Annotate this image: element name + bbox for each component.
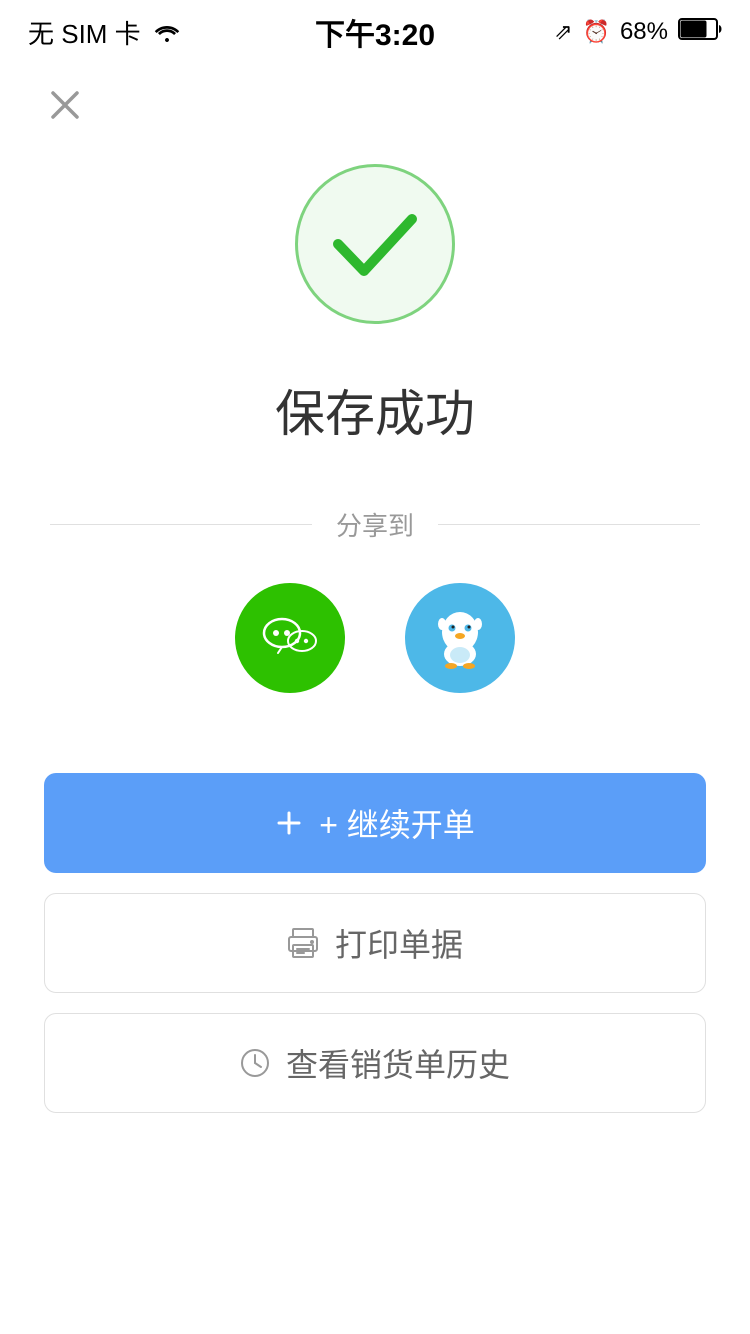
continue-order-button[interactable]: + 继续开单: [44, 773, 706, 873]
divider-row: 分享到: [0, 506, 750, 543]
wifi-icon: [151, 20, 183, 44]
printer-icon: [287, 928, 319, 958]
close-button[interactable]: [40, 80, 90, 130]
status-time: 下午3:20: [315, 10, 435, 54]
divider-right: [438, 524, 700, 525]
share-icons: [235, 583, 515, 693]
sim-text: 无 SIM 卡: [28, 14, 141, 51]
wechat-icon: [258, 611, 323, 666]
history-label: 查看销货单历史: [286, 1040, 510, 1086]
plus-icon: [275, 809, 303, 837]
wechat-share-button[interactable]: [235, 583, 345, 693]
divider-left: [50, 524, 312, 525]
main-content: 保存成功 分享到: [0, 64, 750, 1113]
action-buttons: + 继续开单 打印单据: [0, 773, 750, 1113]
battery-text: 68%: [620, 18, 668, 46]
continue-order-label: + 继续开单: [319, 800, 475, 846]
location-icon: ⇗: [554, 19, 572, 45]
status-right: ⇗ ⏰ 68%: [554, 18, 722, 47]
checkmark-icon: [330, 209, 420, 279]
print-label: 打印单据: [335, 920, 463, 966]
status-left: 无 SIM 卡: [28, 14, 183, 51]
success-icon-circle: [295, 164, 455, 324]
alarm-icon: ⏰: [583, 19, 610, 45]
print-button[interactable]: 打印单据: [44, 893, 706, 993]
clock-icon: [240, 1048, 270, 1078]
share-label: 分享到: [312, 506, 438, 543]
battery-icon: [678, 18, 722, 47]
qq-icon: [430, 606, 490, 671]
history-button[interactable]: 查看销货单历史: [44, 1013, 706, 1113]
status-bar: 无 SIM 卡 下午3:20 ⇗ ⏰ 68%: [0, 0, 750, 64]
share-section: 分享到: [0, 506, 750, 693]
qq-share-button[interactable]: [405, 583, 515, 693]
success-title: 保存成功: [275, 374, 475, 446]
